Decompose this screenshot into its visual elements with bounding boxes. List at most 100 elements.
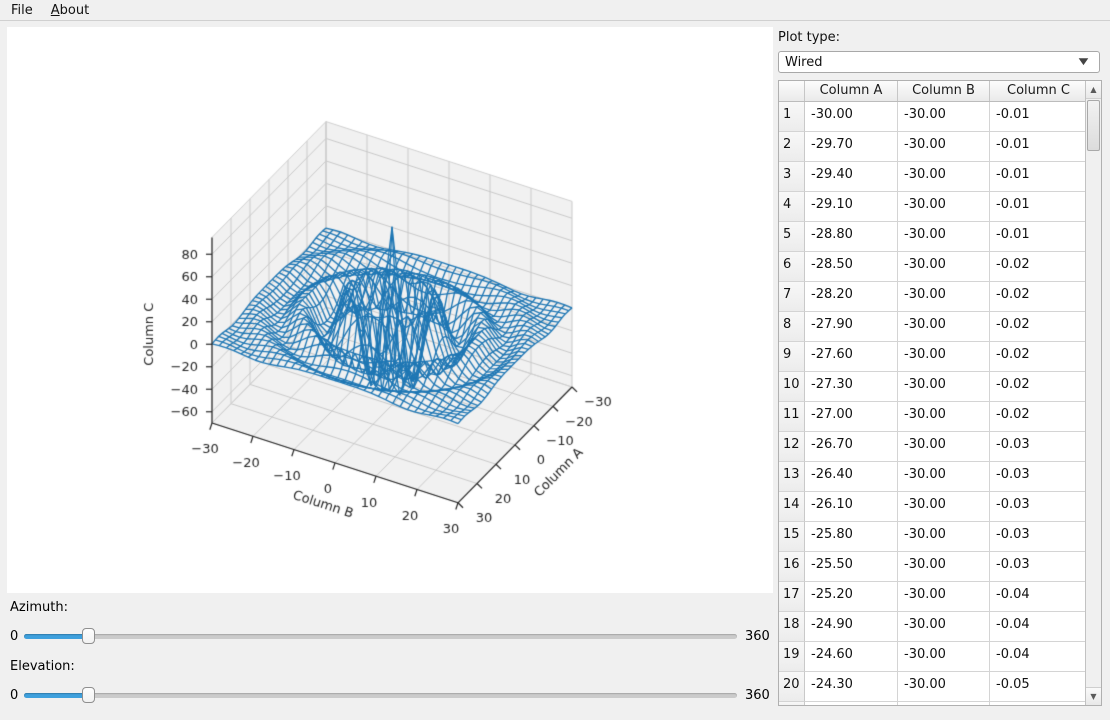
table-row[interactable]: 18-24.90-30.00-0.04 [779, 612, 1101, 642]
azimuth-slider-track[interactable] [24, 634, 737, 639]
table-cell[interactable]: -0.01 [990, 192, 1087, 222]
table-row[interactable]: 11-27.00-30.00-0.02 [779, 402, 1101, 432]
table-cell[interactable]: -25.80 [805, 522, 898, 552]
table-cell[interactable]: -30.00 [898, 192, 990, 222]
row-number-cell[interactable]: 2 [779, 132, 805, 162]
table-cell[interactable]: -0.02 [990, 402, 1087, 432]
table-row[interactable]: 6-28.50-30.00-0.02 [779, 252, 1101, 282]
table-row[interactable]: 7-28.20-30.00-0.02 [779, 282, 1101, 312]
table-row[interactable]: 19-24.60-30.00-0.04 [779, 642, 1101, 672]
row-number-cell[interactable]: 19 [779, 642, 805, 672]
table-cell[interactable]: -26.40 [805, 462, 898, 492]
table-cell[interactable]: -30.00 [898, 312, 990, 342]
table-header-column-a[interactable]: Column A [805, 81, 898, 101]
scroll-down-icon[interactable]: ▼ [1086, 687, 1101, 705]
table-cell[interactable]: -29.10 [805, 192, 898, 222]
table-cell[interactable]: -27.90 [805, 312, 898, 342]
row-number-cell[interactable]: 18 [779, 612, 805, 642]
table-cell[interactable]: -0.03 [990, 432, 1087, 462]
table-cell[interactable]: -0.02 [990, 312, 1087, 342]
row-number-cell[interactable]: 7 [779, 282, 805, 312]
table-cell[interactable]: -30.00 [898, 342, 990, 372]
azimuth-slider-thumb[interactable] [82, 628, 95, 644]
elevation-slider-track[interactable] [24, 693, 737, 698]
table-cell[interactable]: -30.00 [898, 672, 990, 702]
table-row[interactable]: 15-25.80-30.00-0.03 [779, 522, 1101, 552]
table-cell[interactable]: -0.04 [990, 582, 1087, 612]
table-cell[interactable]: -0.05 [990, 672, 1087, 702]
table-cell[interactable]: -0.02 [990, 342, 1087, 372]
table-cell[interactable]: -30.00 [898, 462, 990, 492]
row-number-cell[interactable]: 9 [779, 342, 805, 372]
row-number-cell[interactable]: 12 [779, 432, 805, 462]
table-cell[interactable]: -30.00 [898, 492, 990, 522]
table-row[interactable]: 10-27.30-30.00-0.02 [779, 372, 1101, 402]
row-number-cell[interactable]: 13 [779, 462, 805, 492]
table-cell[interactable]: -30.00 [898, 132, 990, 162]
table-cell[interactable]: -0.04 [990, 642, 1087, 672]
table-cell[interactable]: -0.02 [990, 372, 1087, 402]
table-cell[interactable]: -0.03 [990, 462, 1087, 492]
table-row[interactable]: 20-24.30-30.00-0.05 [779, 672, 1101, 702]
table-cell[interactable]: -30.00 [898, 642, 990, 672]
table-row[interactable]: 4-29.10-30.00-0.01 [779, 192, 1101, 222]
table-cell[interactable]: -0.01 [990, 102, 1087, 132]
table-row[interactable]: 5-28.80-30.00-0.01 [779, 222, 1101, 252]
table-cell[interactable]: -30.00 [898, 162, 990, 192]
plot-canvas-3d[interactable] [7, 27, 773, 593]
table-cell[interactable]: -0.03 [990, 552, 1087, 582]
row-number-cell[interactable]: 5 [779, 222, 805, 252]
row-number-cell[interactable]: 1 [779, 102, 805, 132]
menu-item-about[interactable]: About [42, 1, 98, 20]
table-row[interactable]: 17-25.20-30.00-0.04 [779, 582, 1101, 612]
table-header-column-c[interactable]: Column C [990, 81, 1087, 101]
row-number-cell[interactable]: 15 [779, 522, 805, 552]
table-cell[interactable]: -30.00 [898, 372, 990, 402]
table-row[interactable]: 3-29.40-30.00-0.01 [779, 162, 1101, 192]
table-cell[interactable]: -30.00 [898, 522, 990, 552]
table-cell[interactable]: -30.00 [898, 402, 990, 432]
table-header-corner[interactable] [779, 81, 805, 101]
table-cell[interactable]: -0.02 [990, 282, 1087, 312]
table-cell[interactable] [990, 702, 1087, 706]
table-cell[interactable]: -25.20 [805, 582, 898, 612]
table-cell[interactable]: -24.60 [805, 642, 898, 672]
row-number-cell[interactable]: 20 [779, 672, 805, 702]
table-row[interactable]: 8-27.90-30.00-0.02 [779, 312, 1101, 342]
table-cell[interactable]: -27.60 [805, 342, 898, 372]
table-cell[interactable]: -24.30 [805, 672, 898, 702]
table-row[interactable]: 9-27.60-30.00-0.02 [779, 342, 1101, 372]
table-cell[interactable]: -29.40 [805, 162, 898, 192]
table-cell[interactable]: -28.80 [805, 222, 898, 252]
row-number-cell[interactable]: 6 [779, 252, 805, 282]
table-row[interactable]: 13-26.40-30.00-0.03 [779, 462, 1101, 492]
table-header-column-b[interactable]: Column B [898, 81, 990, 101]
row-number-cell[interactable]: 16 [779, 552, 805, 582]
table-cell[interactable]: -30.00 [805, 102, 898, 132]
table-cell[interactable]: -29.70 [805, 132, 898, 162]
table-cell[interactable] [779, 702, 805, 706]
table-cell[interactable]: -0.04 [990, 612, 1087, 642]
table-cell[interactable]: -0.03 [990, 492, 1087, 522]
table-row[interactable]: 14-26.10-30.00-0.03 [779, 492, 1101, 522]
table-cell[interactable]: -26.70 [805, 432, 898, 462]
table-row[interactable]: 2-29.70-30.00-0.01 [779, 132, 1101, 162]
row-number-cell[interactable]: 10 [779, 372, 805, 402]
table-cell[interactable]: -30.00 [898, 432, 990, 462]
table-cell[interactable]: -0.01 [990, 162, 1087, 192]
table-cell[interactable]: -0.01 [990, 132, 1087, 162]
table-cell[interactable]: -28.20 [805, 282, 898, 312]
row-number-cell[interactable]: 14 [779, 492, 805, 522]
row-number-cell[interactable]: 17 [779, 582, 805, 612]
table-cell[interactable]: -0.02 [990, 252, 1087, 282]
table-cell[interactable] [805, 702, 898, 706]
table-row-partial[interactable] [779, 702, 1101, 706]
table-scrollbar[interactable]: ▲ ▼ [1085, 81, 1101, 705]
table-cell[interactable]: -27.30 [805, 372, 898, 402]
menu-item-file[interactable]: File [2, 1, 42, 20]
table-cell[interactable]: -30.00 [898, 612, 990, 642]
table-row[interactable]: 12-26.70-30.00-0.03 [779, 432, 1101, 462]
table-cell[interactable]: -30.00 [898, 552, 990, 582]
table-cell[interactable]: -0.03 [990, 522, 1087, 552]
table-cell[interactable]: -27.00 [805, 402, 898, 432]
